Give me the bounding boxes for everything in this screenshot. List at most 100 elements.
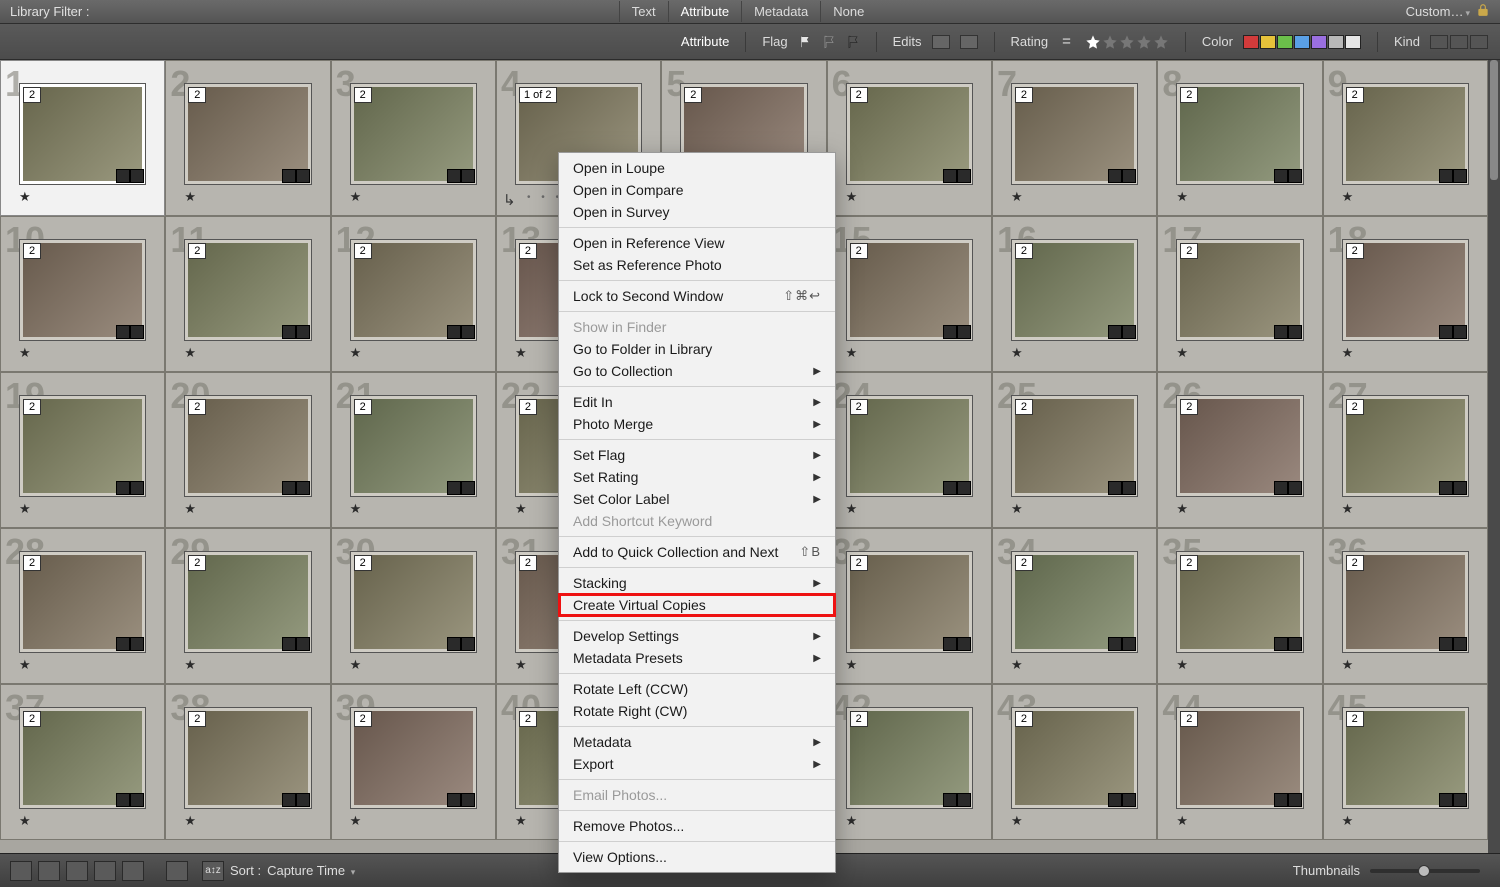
tab-metadata[interactable]: Metadata [741, 1, 820, 22]
develop-badge-icon[interactable] [1274, 637, 1288, 651]
stack-count-badge[interactable]: 2 [1180, 87, 1198, 103]
develop-badge-icon[interactable] [943, 481, 957, 495]
stack-count-badge[interactable]: 2 [1180, 555, 1198, 571]
develop-badge-icon[interactable] [1274, 169, 1288, 183]
stack-count-badge[interactable]: 2 [23, 555, 41, 571]
rating-star[interactable]: ★ [846, 657, 858, 673]
menu-item-export[interactable]: Export [559, 753, 835, 775]
stack-count-badge[interactable]: 2 [23, 243, 41, 259]
thumbnail-cell[interactable]: 202★ [165, 372, 330, 528]
stack-count-badge[interactable]: 2 [1015, 711, 1033, 727]
thumbnail-cell[interactable]: 392★ [331, 684, 496, 840]
menu-item-open-in-compare[interactable]: Open in Compare [559, 179, 835, 201]
menu-item-metadata[interactable]: Metadata [559, 731, 835, 753]
thumbnail-cell[interactable]: 292★ [165, 528, 330, 684]
stack-count-badge[interactable]: 2 [1346, 711, 1364, 727]
tab-attribute[interactable]: Attribute [668, 1, 741, 22]
rating-star[interactable]: ★ [1342, 657, 1354, 673]
rating-star[interactable]: ★ [350, 657, 362, 673]
rating-star[interactable]: ★ [19, 189, 31, 205]
thumbnail-cell[interactable]: 32★ [331, 60, 496, 216]
stack-count-badge[interactable]: 2 [354, 711, 372, 727]
develop-badge-icon[interactable] [282, 481, 296, 495]
stack-count-badge[interactable]: 2 [23, 399, 41, 415]
develop-badge-icon[interactable] [1108, 637, 1122, 651]
stack-count-badge[interactable]: 2 [850, 87, 868, 103]
crop-badge-icon[interactable] [957, 481, 971, 495]
crop-badge-icon[interactable] [1453, 325, 1467, 339]
thumbnail-cell[interactable]: 362★ [1323, 528, 1488, 684]
star-3[interactable] [1119, 34, 1135, 50]
stack-count-badge[interactable]: 2 [354, 87, 372, 103]
rating-star[interactable]: ★ [350, 501, 362, 517]
crop-badge-icon[interactable] [1122, 793, 1136, 807]
develop-badge-icon[interactable] [447, 325, 461, 339]
tab-none[interactable]: None [820, 1, 876, 22]
develop-badge-icon[interactable] [1108, 481, 1122, 495]
sort-value-dropdown[interactable]: Capture Time ▾ [267, 863, 355, 878]
rating-star[interactable]: ★ [1176, 501, 1188, 517]
crop-badge-icon[interactable] [461, 793, 475, 807]
crop-badge-icon[interactable] [130, 169, 144, 183]
develop-badge-icon[interactable] [116, 325, 130, 339]
thumbnail-cell[interactable]: 102★ [0, 216, 165, 372]
crop-badge-icon[interactable] [461, 325, 475, 339]
menu-item-set-as-reference-photo[interactable]: Set as Reference Photo [559, 254, 835, 276]
rating-star[interactable]: ★ [1176, 345, 1188, 361]
rating-star[interactable]: ★ [515, 501, 527, 517]
menu-item-go-to-collection[interactable]: Go to Collection [559, 360, 835, 382]
menu-item-create-virtual-copies[interactable]: Create Virtual Copies [559, 594, 835, 616]
vertical-scrollbar[interactable] [1488, 60, 1500, 853]
stack-count-badge[interactable]: 2 [188, 243, 206, 259]
stack-count-badge[interactable]: 2 [1015, 555, 1033, 571]
crop-badge-icon[interactable] [1453, 793, 1467, 807]
rating-stars[interactable] [1085, 34, 1169, 50]
compare-view-icon[interactable] [66, 861, 88, 881]
color-swatch-3[interactable] [1294, 35, 1310, 49]
rating-star[interactable]: ★ [1342, 501, 1354, 517]
develop-badge-icon[interactable] [1439, 325, 1453, 339]
color-swatch-2[interactable] [1277, 35, 1293, 49]
menu-item-add-to-quick-collection-and-next[interactable]: Add to Quick Collection and Next⇧B [559, 541, 835, 563]
stack-count-badge[interactable]: 2 [354, 399, 372, 415]
menu-item-edit-in[interactable]: Edit In [559, 391, 835, 413]
color-swatch-5[interactable] [1328, 35, 1344, 49]
menu-item-lock-to-second-window[interactable]: Lock to Second Window⇧⌘↩ [559, 285, 835, 307]
rating-star[interactable]: ★ [846, 501, 858, 517]
stack-count-badge[interactable]: 2 [519, 555, 537, 571]
rating-star[interactable]: ★ [19, 345, 31, 361]
rating-star[interactable]: ★ [515, 345, 527, 361]
stack-count-badge[interactable]: 2 [1346, 87, 1364, 103]
thumbnail-cell[interactable]: 332★ [827, 528, 992, 684]
thumbnail-cell[interactable]: 242★ [827, 372, 992, 528]
color-swatch-0[interactable] [1243, 35, 1259, 49]
color-swatch-4[interactable] [1311, 35, 1327, 49]
stack-count-badge[interactable]: 2 [188, 399, 206, 415]
crop-badge-icon[interactable] [1122, 637, 1136, 651]
crop-badge-icon[interactable] [296, 325, 310, 339]
rating-star[interactable]: ★ [1011, 657, 1023, 673]
stack-count-badge[interactable]: 2 [23, 87, 41, 103]
loupe-view-icon[interactable] [38, 861, 60, 881]
stack-count-badge[interactable]: 2 [23, 711, 41, 727]
rating-star[interactable]: ★ [1176, 813, 1188, 829]
crop-badge-icon[interactable] [130, 637, 144, 651]
develop-badge-icon[interactable] [1108, 793, 1122, 807]
develop-badge-icon[interactable] [116, 169, 130, 183]
rating-star[interactable]: ★ [184, 189, 196, 205]
thumbnail-cell[interactable]: 82★ [1157, 60, 1322, 216]
flag-picked-icon[interactable] [798, 34, 812, 50]
thumbnail-cell[interactable]: 182★ [1323, 216, 1488, 372]
develop-badge-icon[interactable] [447, 481, 461, 495]
rating-star[interactable]: ★ [1011, 501, 1023, 517]
lock-icon[interactable] [1476, 3, 1490, 20]
rating-star[interactable]: ★ [1342, 345, 1354, 361]
kind-virtual-icon[interactable] [1450, 35, 1468, 49]
crop-badge-icon[interactable] [296, 637, 310, 651]
crop-badge-icon[interactable] [1288, 637, 1302, 651]
crop-badge-icon[interactable] [1288, 325, 1302, 339]
survey-view-icon[interactable] [94, 861, 116, 881]
crop-badge-icon[interactable] [957, 793, 971, 807]
develop-badge-icon[interactable] [447, 793, 461, 807]
stack-count-badge[interactable]: 2 [354, 243, 372, 259]
